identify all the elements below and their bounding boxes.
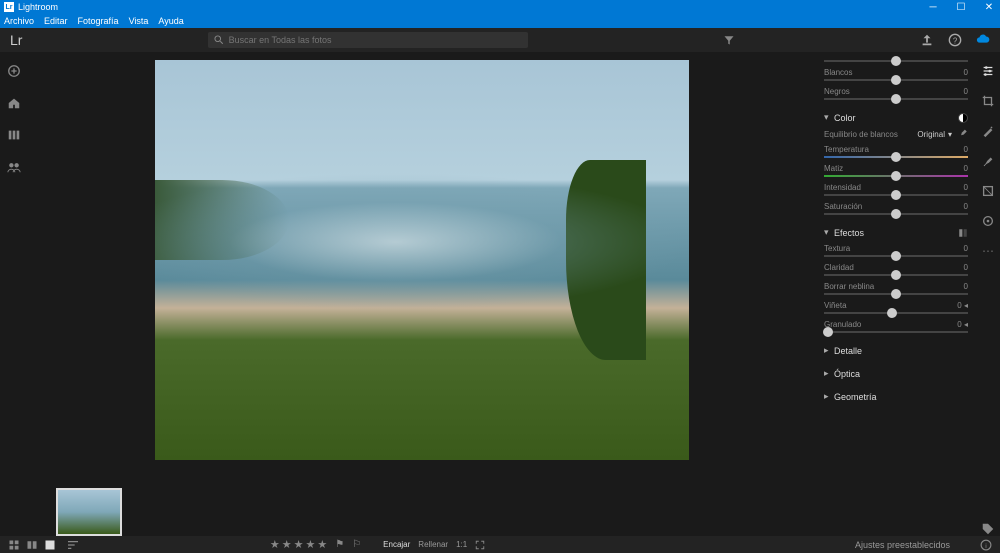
close-button[interactable]: ✕ bbox=[982, 2, 996, 13]
slider-matiz[interactable]: Matiz0 bbox=[824, 164, 968, 177]
chevron-down-icon: ▾ bbox=[824, 227, 832, 238]
white-balance-label: Equilibrio de blancos bbox=[824, 130, 898, 139]
bottom-bar: ★ ★ ★ ★ ★ ⚑ ⚐ Encajar Rellenar 1:1 Ajust… bbox=[0, 536, 1000, 553]
info-icon[interactable]: i bbox=[980, 539, 992, 551]
grid-view-icon[interactable] bbox=[8, 539, 20, 551]
add-photos-icon[interactable] bbox=[7, 64, 21, 78]
app-logo: Lr bbox=[10, 32, 22, 48]
star-icon[interactable]: ★ bbox=[305, 538, 315, 551]
slider-textura[interactable]: Textura0 bbox=[824, 244, 968, 257]
tag-icon[interactable] bbox=[981, 522, 995, 536]
search-icon bbox=[214, 35, 224, 45]
chevron-right-icon: ▸ bbox=[824, 368, 832, 379]
section-geometria-header[interactable]: ▸ Geometría bbox=[824, 391, 968, 402]
edit-panel: Blancos0 Negros0 ▾ Color Equilibrio de b… bbox=[816, 52, 976, 536]
section-efectos-header[interactable]: ▾ Efectos bbox=[824, 227, 968, 238]
chevron-right-icon: ▸ bbox=[824, 391, 832, 402]
svg-text:i: i bbox=[985, 543, 987, 550]
split-tone-icon[interactable] bbox=[958, 228, 968, 238]
linear-gradient-icon[interactable] bbox=[981, 184, 995, 198]
flag-pick-icon[interactable]: ⚑ bbox=[335, 539, 344, 550]
slider-temperatura[interactable]: Temperatura0 bbox=[824, 145, 968, 158]
rating-stars[interactable]: ★ ★ ★ ★ ★ ⚑ ⚐ Encajar Rellenar 1:1 bbox=[270, 538, 485, 551]
photo-canvas[interactable] bbox=[28, 52, 816, 460]
star-icon[interactable]: ★ bbox=[317, 538, 327, 551]
menu-vista[interactable]: Vista bbox=[129, 16, 149, 26]
window-title: Lightroom bbox=[18, 2, 58, 12]
zoom-1to1[interactable]: 1:1 bbox=[456, 540, 467, 550]
star-icon[interactable]: ★ bbox=[282, 538, 292, 551]
menu-editar[interactable]: Editar bbox=[44, 16, 68, 26]
healing-brush-icon[interactable] bbox=[981, 124, 995, 138]
zoom-expand-icon[interactable] bbox=[475, 540, 485, 550]
my-photos-icon[interactable] bbox=[7, 128, 21, 142]
bw-toggle-icon[interactable] bbox=[958, 113, 968, 123]
zoom-fill[interactable]: Rellenar bbox=[418, 540, 448, 550]
star-icon[interactable]: ★ bbox=[294, 538, 304, 551]
chevron-right-icon: ▸ bbox=[824, 345, 832, 356]
section-detalle-header[interactable]: ▸ Detalle bbox=[824, 345, 968, 356]
filmstrip-thumb[interactable] bbox=[56, 488, 122, 536]
share-icon[interactable] bbox=[920, 33, 934, 47]
menu-archivo[interactable]: Archivo bbox=[4, 16, 34, 26]
slider-borrar-neblina[interactable]: Borrar neblina0 bbox=[824, 282, 968, 295]
flag-reject-icon[interactable]: ⚐ bbox=[352, 539, 361, 550]
star-icon[interactable]: ★ bbox=[270, 538, 280, 551]
sort-icon[interactable] bbox=[66, 540, 80, 550]
sharing-icon[interactable] bbox=[7, 160, 21, 174]
slider-saturacion[interactable]: Saturación0 bbox=[824, 202, 968, 215]
chevron-down-icon: ▾ bbox=[824, 112, 832, 123]
slider-blancos[interactable]: Blancos0 bbox=[824, 68, 968, 81]
more-tools-icon[interactable]: ⋯ bbox=[982, 244, 994, 258]
detail-view-icon[interactable] bbox=[44, 539, 56, 551]
photo-preview bbox=[155, 60, 689, 460]
radial-gradient-icon[interactable] bbox=[981, 214, 995, 228]
slider-negros[interactable]: Negros0 bbox=[824, 87, 968, 100]
filter-icon[interactable] bbox=[723, 34, 735, 46]
eyedropper-icon[interactable] bbox=[958, 129, 968, 139]
slider-intensidad[interactable]: Intensidad0 bbox=[824, 183, 968, 196]
cloud-sync-icon[interactable] bbox=[976, 33, 990, 47]
section-optica-header[interactable]: ▸ Óptica bbox=[824, 368, 968, 379]
slider-claridad[interactable]: Claridad0 bbox=[824, 263, 968, 276]
chevron-down-icon: ▾ bbox=[948, 130, 952, 139]
white-balance-select[interactable]: Original ▾ bbox=[917, 130, 952, 139]
app-topbar: Lr ? bbox=[0, 28, 1000, 52]
crop-icon[interactable] bbox=[981, 94, 995, 108]
section-color-header[interactable]: ▾ Color bbox=[824, 112, 968, 123]
compare-view-icon[interactable] bbox=[26, 539, 38, 551]
search-box[interactable] bbox=[208, 32, 528, 48]
brush-icon[interactable] bbox=[981, 154, 995, 168]
edit-sliders-icon[interactable] bbox=[981, 64, 995, 78]
home-icon[interactable] bbox=[7, 96, 21, 110]
minimize-button[interactable]: ─ bbox=[926, 2, 940, 13]
filmstrip bbox=[56, 488, 122, 536]
menu-fotografia[interactable]: Fotografía bbox=[78, 16, 119, 26]
slider-vineta[interactable]: Viñeta0 ◂ bbox=[824, 301, 968, 314]
menu-bar: Archivo Editar Fotografía Vista Ayuda bbox=[0, 14, 1000, 28]
left-nav-rail bbox=[0, 52, 28, 536]
presets-button[interactable]: Ajustes preestablecidos bbox=[855, 540, 950, 550]
app-icon: Lr bbox=[4, 2, 14, 12]
menu-ayuda[interactable]: Ayuda bbox=[158, 16, 183, 26]
slider-granulado[interactable]: Granulado0 ◂ bbox=[824, 320, 968, 333]
help-icon[interactable]: ? bbox=[948, 33, 962, 47]
search-input[interactable] bbox=[229, 35, 522, 45]
right-tool-rail: ⋯ bbox=[976, 52, 1000, 536]
svg-text:?: ? bbox=[953, 37, 958, 46]
zoom-fit[interactable]: Encajar bbox=[383, 540, 410, 550]
maximize-button[interactable]: ☐ bbox=[954, 2, 968, 13]
window-titlebar: Lr Lightroom ─ ☐ ✕ bbox=[0, 0, 1000, 14]
